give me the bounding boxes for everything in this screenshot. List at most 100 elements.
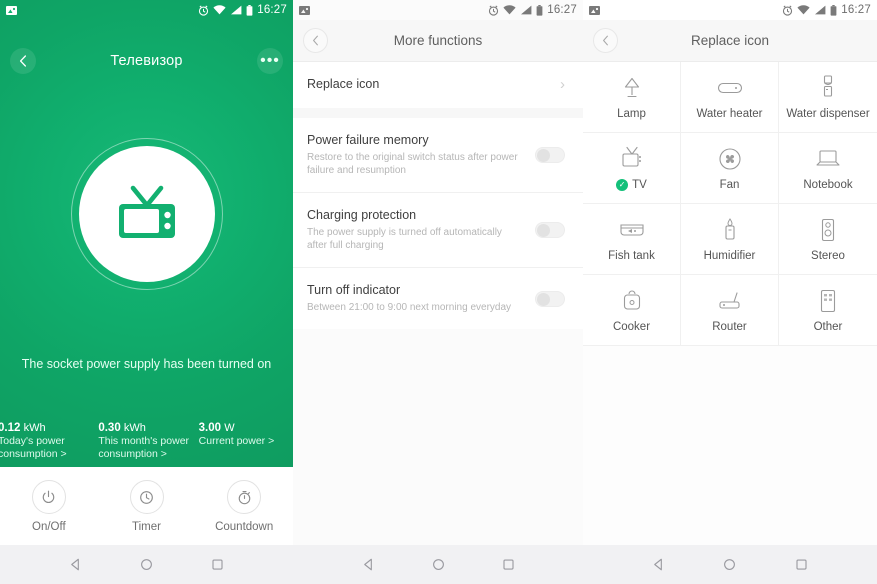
more-functions-header: More functions (293, 20, 583, 62)
toggle-charging-protection[interactable] (535, 222, 565, 238)
grid-item-label: Water heater (696, 107, 763, 120)
replace-icon-title: Replace icon (690, 33, 770, 48)
nav-recents-icon[interactable] (794, 557, 809, 572)
stat-value: 3.00 (198, 422, 222, 434)
action-on-off[interactable]: On/Off (0, 480, 98, 533)
status-bar-time: 16:27 (257, 4, 287, 16)
nav-back-icon[interactable] (361, 557, 376, 572)
nav-bar-2 (293, 545, 583, 584)
action-label: On/Off (32, 521, 66, 533)
page-title: Телевизор (110, 53, 183, 69)
grid-item-fish-tank[interactable]: Fish tank (583, 204, 681, 275)
stat-unit: kWh (23, 422, 46, 434)
device-detail-panel: 16:27 Телевизор ••• The socket power sup… (0, 0, 293, 584)
action-circle (31, 480, 66, 514)
grid-item-humidifier[interactable]: Humidifier (681, 204, 779, 275)
status-bar-time: 16:27 (841, 4, 871, 16)
stat-current[interactable]: 3.00 W Current power > (193, 422, 293, 461)
nav-bar-3 (583, 545, 877, 584)
stat-value: 0.12 (0, 422, 21, 434)
notebook-icon (816, 149, 840, 166)
signal-icon (521, 5, 532, 15)
fan-icon (718, 147, 741, 170)
chevron-left-icon (19, 55, 27, 67)
grid-item-fan[interactable]: Fan (681, 133, 779, 204)
status-bar-1: 16:27 (0, 0, 293, 20)
grid-item-label: Humidifier (703, 249, 756, 262)
tv-icon (118, 185, 175, 238)
alarm-icon (489, 4, 499, 16)
row-replace-icon[interactable]: Replace icon › (293, 62, 583, 108)
photo-icon (299, 5, 310, 15)
selected-check-icon: ✓ (616, 178, 629, 191)
nav-recents-icon[interactable] (210, 557, 225, 572)
grid-item-router[interactable]: Router (681, 275, 779, 346)
other-icon (820, 289, 836, 312)
action-countdown[interactable]: Countdown (195, 480, 293, 533)
grid-item-label: Cooker (612, 320, 651, 333)
grid-item-label: Lamp (617, 107, 646, 120)
functions-list-2: Power failure memory Restore to the orig… (293, 118, 583, 329)
row-subtitle: Between 21:00 to 9:00 next morning every… (307, 302, 512, 313)
stat-value: 0.30 (98, 422, 121, 434)
replace-icon-panel: 16:27 Replace icon Lamp Water heater Wat… (583, 0, 877, 584)
toggle-knob (537, 292, 550, 306)
toggle-turn-off-indicator[interactable] (535, 290, 565, 307)
row-power-failure-memory[interactable]: Power failure memory Restore to the orig… (293, 118, 583, 192)
toggle-knob (537, 224, 550, 237)
water-heater-icon (717, 82, 742, 93)
row-title: Charging protection (307, 208, 417, 222)
toggle-knob (537, 149, 550, 162)
stat-month[interactable]: 0.30 kWh This month's power consumption … (92, 422, 192, 461)
stat-today[interactable]: 0.12 kWh Today's power consumption > (0, 422, 92, 461)
signal-icon (815, 5, 826, 15)
device-back-button[interactable] (10, 48, 36, 74)
grid-item-water-heater[interactable]: Water heater (681, 62, 779, 133)
replace-icon-back-button[interactable] (593, 28, 618, 53)
row-turn-off-indicator[interactable]: Turn off indicator Between 21:00 to 9:00… (293, 267, 583, 329)
device-disc[interactable] (78, 146, 215, 282)
more-functions-back-button[interactable] (303, 28, 328, 53)
chevron-right-icon: › (560, 76, 565, 93)
grid-item-stereo[interactable]: Stereo (779, 204, 877, 275)
action-timer[interactable]: Timer (98, 480, 196, 533)
device-header: Телевизор ••• (0, 40, 293, 82)
grid-item-cooker[interactable]: Cooker (583, 275, 681, 346)
photo-icon (6, 5, 17, 15)
device-status-text: The socket power supply has been turned … (21, 357, 272, 371)
power-icon (43, 490, 55, 503)
toggle-power-failure-memory[interactable] (535, 147, 565, 163)
nav-recents-icon[interactable] (501, 557, 516, 572)
stopwatch-icon (238, 490, 250, 504)
battery-icon (246, 4, 253, 16)
nav-home-icon[interactable] (431, 557, 446, 572)
action-label: Countdown (215, 521, 274, 533)
functions-list: Replace icon › (293, 62, 583, 108)
grid-item-notebook[interactable]: Notebook (779, 133, 877, 204)
chevron-left-icon (603, 35, 608, 46)
icon-grid: Lamp Water heater Water dispenser ✓ TV F… (583, 62, 877, 346)
water-dispenser-icon (823, 74, 833, 97)
alarm-icon (783, 4, 793, 16)
chevron-left-icon (313, 35, 318, 46)
grid-item-label: Water dispenser (786, 107, 870, 120)
grid-item-lamp[interactable]: Lamp (583, 62, 681, 133)
clock-icon (140, 490, 153, 504)
grid-item-water-dispenser[interactable]: Water dispenser (779, 62, 877, 133)
row-charging-protection[interactable]: Charging protection The power supply is … (293, 192, 583, 267)
nav-home-icon[interactable] (722, 557, 737, 572)
stat-unit: W (224, 422, 235, 434)
status-bar-2: 16:27 (293, 0, 583, 20)
grid-item-tv[interactable]: ✓ TV (583, 133, 681, 204)
nav-back-icon[interactable] (651, 557, 666, 572)
action-label: Timer (132, 521, 161, 533)
more-options-button[interactable]: ••• (257, 48, 283, 74)
router-icon (718, 291, 740, 309)
status-bar-time: 16:27 (547, 4, 577, 16)
nav-back-icon[interactable] (68, 557, 83, 572)
stat-label: Current power > (198, 435, 275, 447)
grid-item-other[interactable]: Other (779, 275, 877, 346)
replace-icon-header: Replace icon (583, 20, 877, 62)
grid-item-label: Notebook (803, 178, 853, 191)
nav-home-icon[interactable] (139, 557, 154, 572)
